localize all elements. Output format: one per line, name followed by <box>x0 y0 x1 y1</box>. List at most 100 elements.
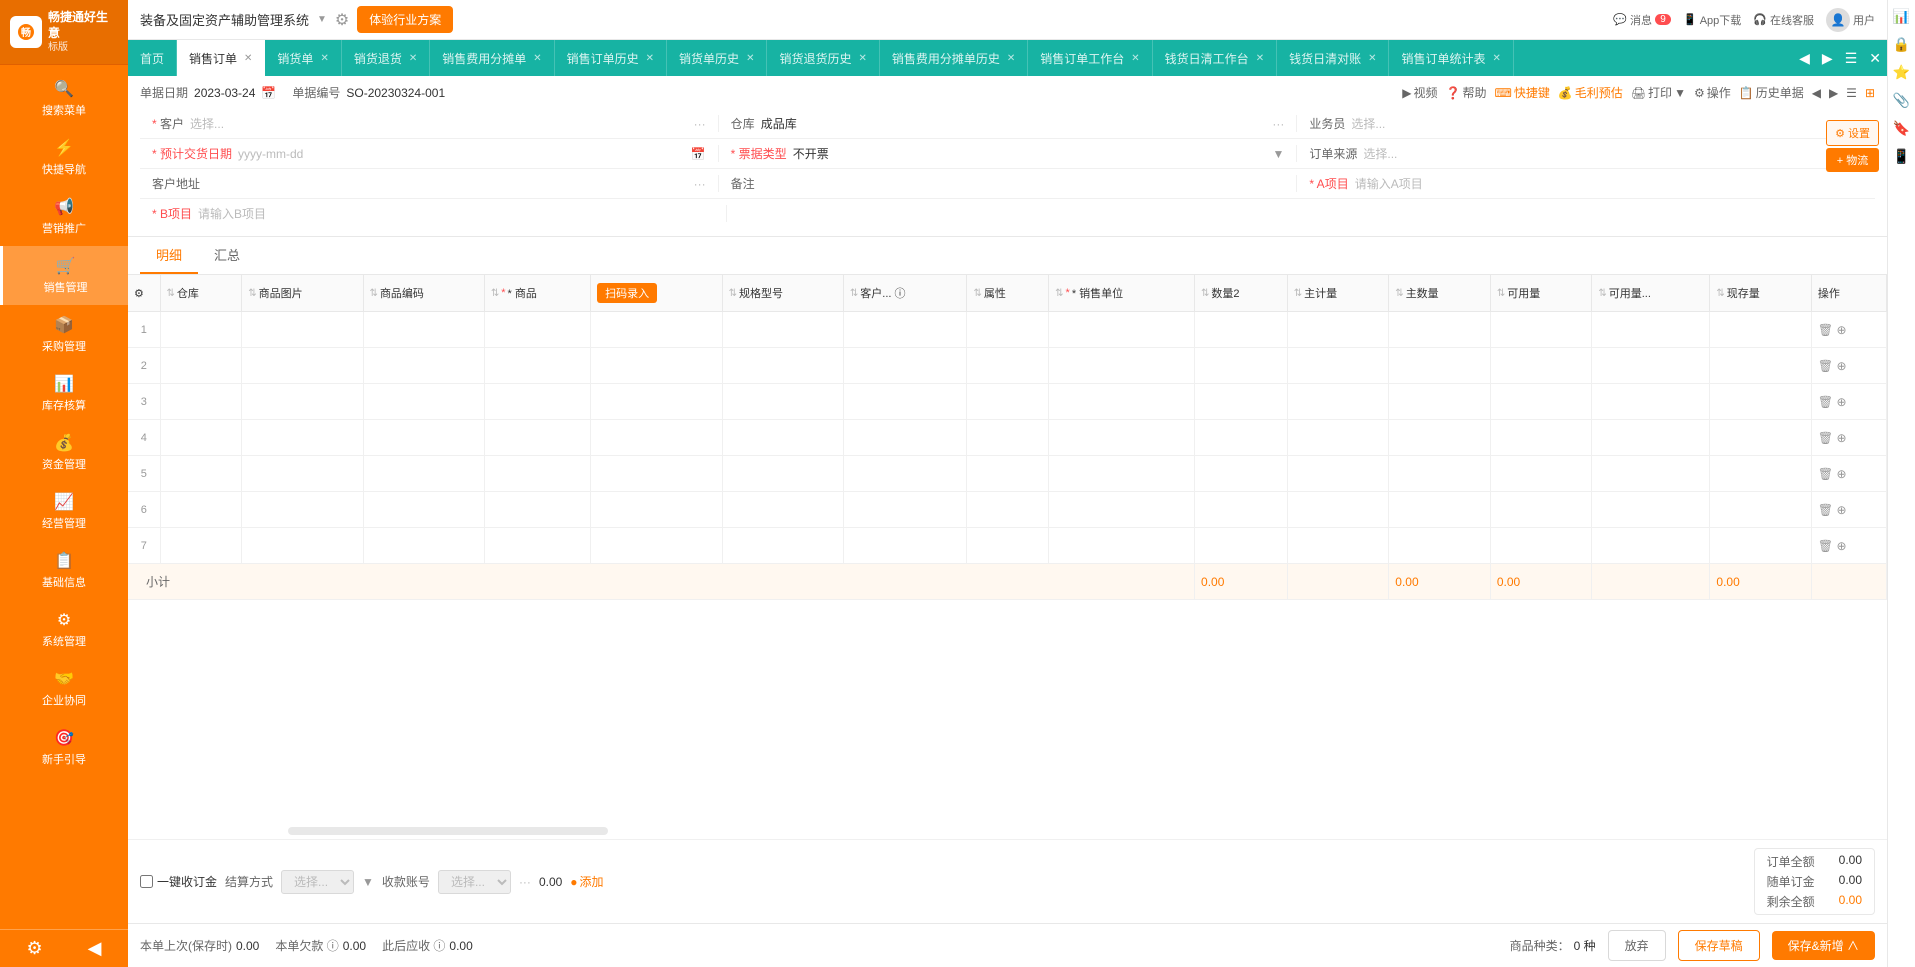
shortcuts-link[interactable]: ⌨ 快捷键 <box>1495 84 1550 101</box>
tab-close-icon[interactable]: ✕ <box>746 53 754 64</box>
sidebar-item-basic-info[interactable]: 📋 基础信息 <box>0 541 128 600</box>
row-4-main-qty[interactable] <box>1389 420 1491 456</box>
row-6-warehouse[interactable] <box>160 492 242 528</box>
delivery-date-input[interactable] <box>238 147 687 161</box>
row-1-available-more[interactable] <box>1592 312 1710 348</box>
sidebar-item-enterprise[interactable]: 🤝 企业协同 <box>0 659 128 718</box>
row-6-main-qty[interactable] <box>1389 492 1491 528</box>
row-4-spec[interactable] <box>722 420 843 456</box>
help-link[interactable]: ❓ 帮助 <box>1446 84 1487 101</box>
sidebar-item-quick-nav[interactable]: ⚡ 快捷导航 <box>0 128 128 187</box>
row-7-spec[interactable] <box>722 528 843 564</box>
save-new-button[interactable]: 保存&新增 ∧ <box>1772 931 1875 960</box>
row-5-customer-code[interactable] <box>843 456 967 492</box>
row-3-available-more[interactable] <box>1592 384 1710 420</box>
row-6-actions[interactable]: 🗑 ⊕ <box>1811 492 1886 528</box>
row-7-available-qty[interactable] <box>1490 528 1592 564</box>
row-5-product-image[interactable] <box>242 456 363 492</box>
row-2-scan[interactable] <box>591 348 722 384</box>
row-7-actions[interactable]: 🗑 ⊕ <box>1811 528 1886 564</box>
row-3-available-qty[interactable] <box>1490 384 1592 420</box>
row-2-warehouse[interactable] <box>160 348 242 384</box>
row-5-available-qty[interactable] <box>1490 456 1592 492</box>
tab-return-history[interactable]: 销货退货历史 ✕ <box>767 40 879 76</box>
tab-cash-reconcile[interactable]: 钱货日清对账 ✕ <box>1277 40 1389 76</box>
row-7-qty2[interactable] <box>1195 528 1288 564</box>
row-1-attributes[interactable] <box>967 312 1049 348</box>
row-5-spec[interactable] <box>722 456 843 492</box>
tab-next-button[interactable]: ▶ <box>1816 50 1839 67</box>
tab-detail[interactable]: 明细 <box>140 237 198 274</box>
right-panel-btn-3[interactable]: ⭐ <box>1890 60 1914 84</box>
sidebar-item-operations[interactable]: 📈 经营管理 <box>0 482 128 541</box>
row-4-product-image[interactable] <box>242 420 363 456</box>
tab-close-icon[interactable]: ✕ <box>1368 53 1376 64</box>
tab-prev-button[interactable]: ◀ <box>1793 50 1816 67</box>
right-panel-btn-1[interactable]: 📊 <box>1890 4 1914 28</box>
sidebar-item-finance[interactable]: 💰 资金管理 <box>0 423 128 482</box>
discard-button[interactable]: 放弃 <box>1608 930 1666 961</box>
row-7-warehouse[interactable] <box>160 528 242 564</box>
row-6-qty2[interactable] <box>1195 492 1288 528</box>
row-4-product-name[interactable] <box>484 420 590 456</box>
row-3-product-name[interactable] <box>484 384 590 420</box>
b-project-input[interactable] <box>198 207 714 221</box>
row-2-current-stock[interactable] <box>1710 348 1812 384</box>
tab-sales-order-history[interactable]: 销售订单历史 ✕ <box>555 40 667 76</box>
row-1-main-qty[interactable] <box>1389 312 1491 348</box>
row-1-actions[interactable]: 🗑 ⊕ <box>1811 312 1886 348</box>
row-6-scan[interactable] <box>591 492 722 528</box>
layout-list-icon[interactable]: ☰ <box>1846 86 1857 100</box>
row-3-attributes[interactable] <box>967 384 1049 420</box>
row-5-actions[interactable]: 🗑 ⊕ <box>1811 456 1886 492</box>
row-6-product-image[interactable] <box>242 492 363 528</box>
row-6-attributes[interactable] <box>967 492 1049 528</box>
tab-close-icon[interactable]: ✕ <box>1131 53 1139 64</box>
customer-address-input[interactable] <box>206 177 690 191</box>
row-6-current-stock[interactable] <box>1710 492 1812 528</box>
row-3-sales-unit[interactable] <box>1049 384 1195 420</box>
row-1-product-image[interactable] <box>242 312 363 348</box>
row-5-main-qty[interactable] <box>1389 456 1491 492</box>
row-4-sales-unit[interactable] <box>1049 420 1195 456</box>
tab-expense-history[interactable]: 销售费用分摊单历史 ✕ <box>880 40 1028 76</box>
row-3-scan[interactable] <box>591 384 722 420</box>
row-3-main-qty[interactable] <box>1389 384 1491 420</box>
row-5-scan[interactable] <box>591 456 722 492</box>
right-panel-btn-6[interactable]: 📱 <box>1890 144 1914 168</box>
row-1-customer-code[interactable] <box>843 312 967 348</box>
row-2-main-unit[interactable] <box>1287 348 1389 384</box>
tab-close-icon[interactable]: ✕ <box>244 53 252 64</box>
delivery-calendar-icon[interactable]: 📅 <box>691 147 706 161</box>
tab-cash-workbench[interactable]: 钱货日清工作台 ✕ <box>1153 40 1277 76</box>
user-menu[interactable]: 👤 用户 <box>1826 8 1875 32</box>
row-4-attributes[interactable] <box>967 420 1049 456</box>
online-support-button[interactable]: 🎧 在线客服 <box>1753 12 1814 28</box>
right-panel-btn-5[interactable]: 🔖 <box>1890 116 1914 140</box>
row-2-attributes[interactable] <box>967 348 1049 384</box>
tab-close-icon[interactable]: ✕ <box>320 53 328 64</box>
row-2-customer-code[interactable] <box>843 348 967 384</box>
one-click-payment-checkbox[interactable] <box>140 875 153 888</box>
right-panel-btn-4[interactable]: 📎 <box>1890 88 1914 112</box>
tab-close-icon[interactable]: ✕ <box>858 53 866 64</box>
row-7-product-name[interactable] <box>484 528 590 564</box>
tab-sales-return[interactable]: 销货退货 ✕ <box>342 40 430 76</box>
tab-close-icon[interactable]: ✕ <box>1007 53 1015 64</box>
row-3-actions[interactable]: 🗑 ⊕ <box>1811 384 1886 420</box>
tab-sales-expense[interactable]: 销售费用分摊单 ✕ <box>430 40 554 76</box>
row-7-sales-unit[interactable] <box>1049 528 1195 564</box>
history-link[interactable]: 📋 历史单据 <box>1739 84 1804 101</box>
settings-cog-icon[interactable]: ⚙ <box>335 10 349 30</box>
row-1-available-qty[interactable] <box>1490 312 1592 348</box>
row-3-product-image[interactable] <box>242 384 363 420</box>
row-5-current-stock[interactable] <box>1710 456 1812 492</box>
notes-input[interactable] <box>761 177 1285 191</box>
sidebar-item-guide[interactable]: 🎯 新手引导 <box>0 718 128 777</box>
row-5-attributes[interactable] <box>967 456 1049 492</box>
row-4-main-unit[interactable] <box>1287 420 1389 456</box>
row-3-spec[interactable] <box>722 384 843 420</box>
row-2-available-qty[interactable] <box>1490 348 1592 384</box>
sidebar-item-purchase[interactable]: 📦 采购管理 <box>0 305 128 364</box>
print-link[interactable]: 🖨 打印 ▼ <box>1631 84 1686 101</box>
